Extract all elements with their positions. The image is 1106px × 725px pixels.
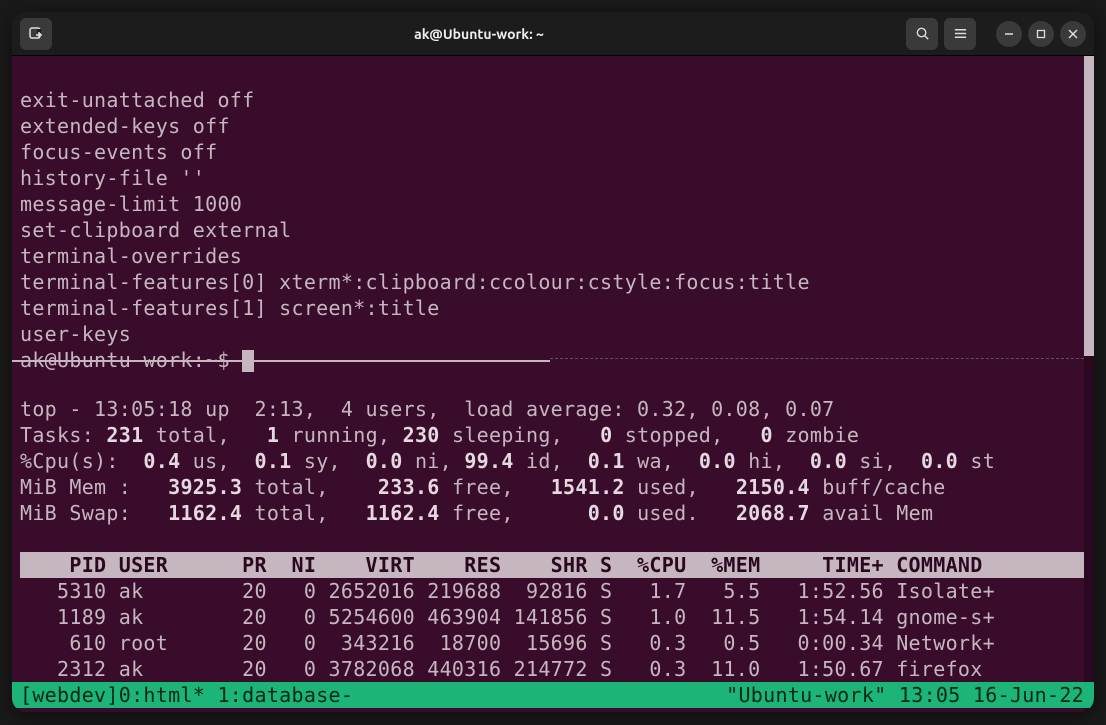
output-line: history-file ''	[20, 166, 205, 190]
lower-pane[interactable]: top - 13:05:18 up 2:13, 4 users, load av…	[12, 364, 1094, 682]
top-swap-line: MiB Swap: 1162.4 total, 1162.4 free, 0.0…	[20, 501, 933, 525]
process-row: 2312 ak 20 0 3782068 440316 214772 S 0.3…	[20, 657, 995, 681]
hamburger-icon	[953, 26, 968, 41]
terminal-window: ak@Ubuntu-work: ~ exit-unattached off ex…	[12, 12, 1094, 712]
output-line: user-keys	[20, 322, 131, 346]
process-row: 1189 ak 20 0 5254600 463904 141856 S 1.0…	[20, 605, 995, 629]
menu-button[interactable]	[944, 18, 976, 50]
maximize-button[interactable]	[1028, 21, 1054, 47]
search-button[interactable]	[906, 18, 938, 50]
output-line: focus-events off	[20, 140, 217, 164]
scrollbar-thumb[interactable]	[1084, 56, 1094, 356]
top-mem-line: MiB Mem : 3925.3 total, 233.6 free, 1541…	[20, 475, 946, 499]
output-line: terminal-features[0] xterm*:clipboard:cc…	[20, 270, 810, 294]
new-tab-button[interactable]	[20, 18, 52, 50]
output-line: extended-keys off	[20, 114, 230, 138]
upper-pane[interactable]: exit-unattached off extended-keys off fo…	[12, 56, 1094, 358]
titlebar: ak@Ubuntu-work: ~	[12, 12, 1094, 56]
minimize-button[interactable]	[996, 21, 1022, 47]
output-line: set-clipboard external	[20, 218, 292, 242]
scrollbar-track[interactable]	[1084, 56, 1094, 712]
window-list: 0:html* 1:database-	[119, 682, 353, 708]
close-button[interactable]	[1060, 21, 1086, 47]
top-cpu-line: %Cpu(s): 0.4 us, 0.1 sy, 0.0 ni, 99.4 id…	[20, 449, 995, 473]
session-name: [webdev]	[20, 682, 119, 708]
process-row: 610 root 20 0 343216 18700 15696 S 0.3 0…	[20, 631, 995, 655]
top-summary-line: top - 13:05:18 up 2:13, 4 users, load av…	[20, 397, 835, 421]
minimize-icon	[1004, 29, 1014, 39]
search-icon	[915, 26, 930, 41]
tmux-status-bar[interactable]: [webdev] 0:html* 1:database- "Ubuntu-work…	[12, 682, 1094, 708]
output-line: terminal-overrides	[20, 244, 242, 268]
maximize-icon	[1036, 29, 1046, 39]
process-row: 5310 ak 20 0 2652016 219688 92816 S 1.7 …	[20, 579, 995, 603]
output-line: message-limit 1000	[20, 192, 242, 216]
status-right: "Ubuntu-work" 13:05 16-Jun-22	[726, 682, 1084, 708]
terminal-body[interactable]: exit-unattached off extended-keys off fo…	[12, 56, 1094, 712]
top-tasks-line: Tasks: 231 total, 1 running, 230 sleepin…	[20, 423, 859, 447]
output-line: terminal-features[1] screen*:title	[20, 296, 440, 320]
window-title: ak@Ubuntu-work: ~	[414, 26, 544, 42]
output-line: exit-unattached off	[20, 88, 254, 112]
close-icon	[1068, 29, 1078, 39]
top-header-row: PID USER PR NI VIRT RES SHR S %CPU %MEM …	[20, 552, 1086, 578]
